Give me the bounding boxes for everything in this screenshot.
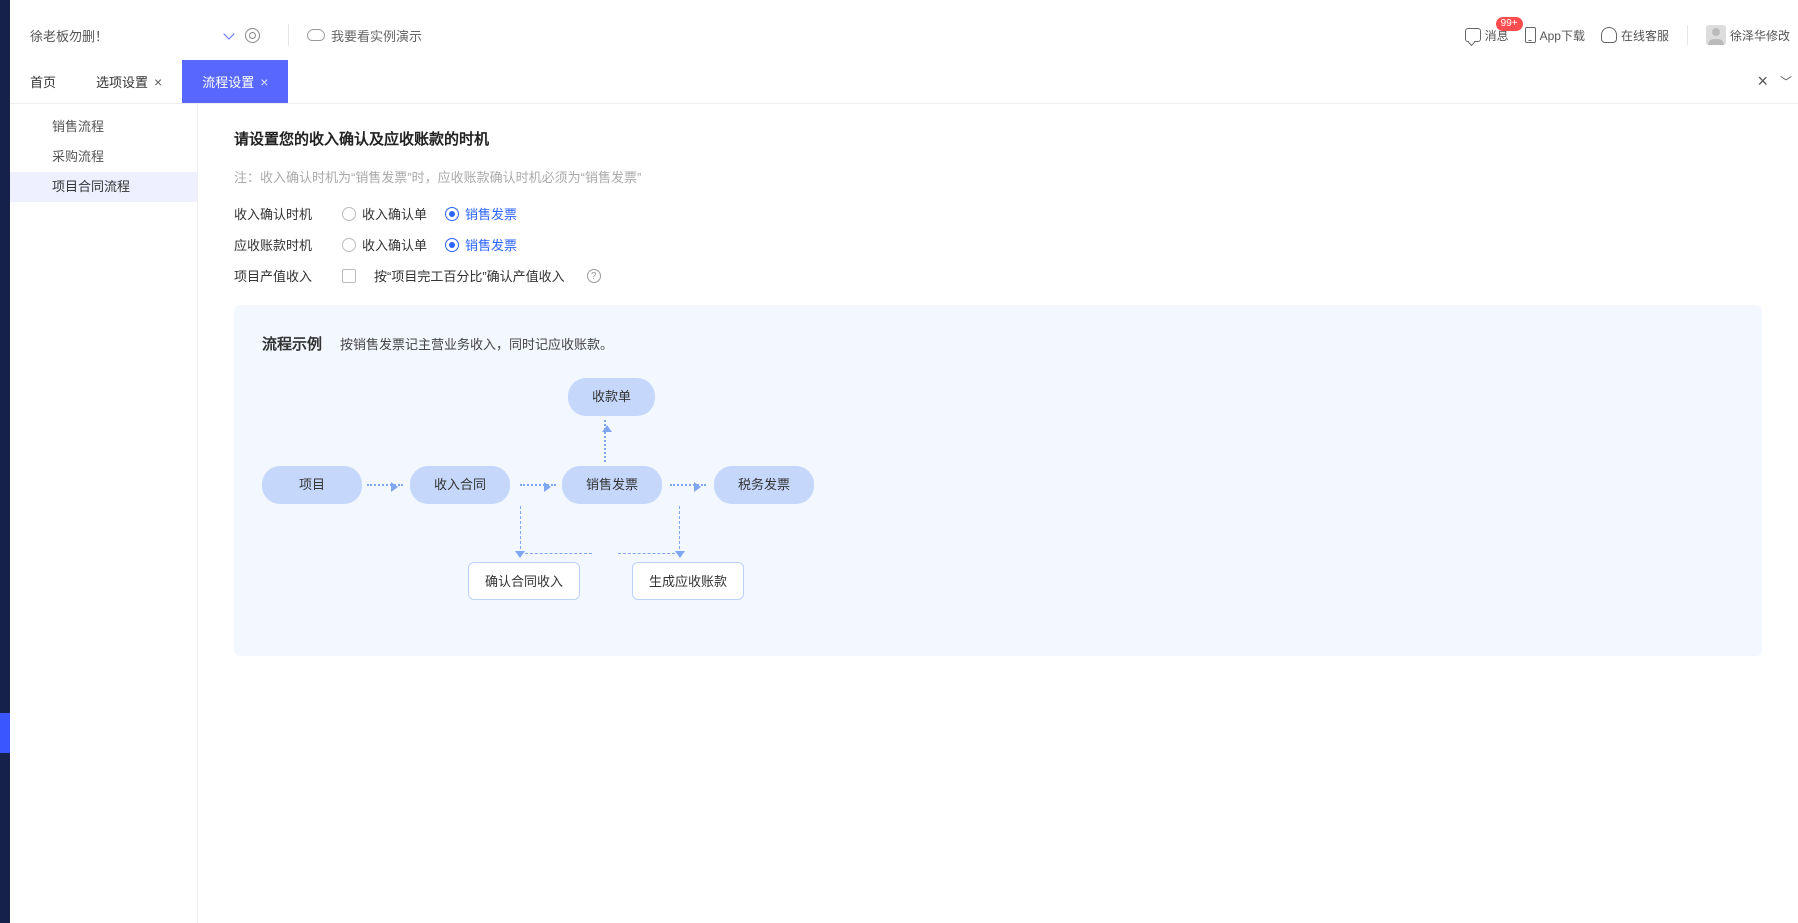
sidemenu-project[interactable]: 项目合同流程 xyxy=(10,172,197,202)
cloud-icon xyxy=(307,29,325,41)
node-receipt: 收款单 xyxy=(568,378,655,416)
dash-path xyxy=(618,506,680,554)
topbar: 徐老板勿删！ 我要看实例演示 消息 99+ App下载 在线客服 徐泽华修改 xyxy=(10,15,1798,55)
note: 注：收入确认时机为“销售发票”时，应收账款确认时机必须为“销售发票” xyxy=(234,167,1762,186)
app-download-button[interactable]: App下载 xyxy=(1525,27,1585,44)
org-selector[interactable]: 徐老板勿删！ xyxy=(20,26,270,45)
arrow-icon xyxy=(670,484,706,486)
node-sales-invoice: 销售发票 xyxy=(562,466,662,504)
page-title: 请设置您的收入确认及应收账款的时机 xyxy=(234,128,1762,149)
row-income-timing: 收入确认时机 收入确认单 销售发票 xyxy=(234,204,1762,223)
arrow-icon xyxy=(367,484,403,486)
tab-process[interactable]: 流程设置 × xyxy=(182,60,288,103)
example-panel: 流程示例 按销售发票记主营业务收入，同时记应收账款。 收款单 项目 收入合同 销… xyxy=(234,305,1762,656)
radio-label: 销售发票 xyxy=(465,204,517,223)
user-menu[interactable]: 徐泽华修改 xyxy=(1706,25,1790,45)
sidemenu-sales[interactable]: 销售流程 xyxy=(10,112,197,142)
tabbar-right: × ﹀ xyxy=(1749,60,1792,103)
main: 销售流程 采购流程 项目合同流程 请设置您的收入确认及应收账款的时机 注：收入确… xyxy=(10,104,1798,923)
radio-label: 收入确认单 xyxy=(362,204,427,223)
org-name: 徐老板勿删！ xyxy=(30,26,108,45)
tab-label: 首页 xyxy=(30,72,56,91)
close-all-tabs[interactable]: × xyxy=(1749,71,1776,92)
row-label: 收入确认时机 xyxy=(234,204,324,223)
demo-link-text: 我要看实例演示 xyxy=(331,26,422,45)
tab-home[interactable]: 首页 xyxy=(10,60,76,103)
arrow-down-icon xyxy=(675,551,685,563)
example-desc: 按销售发票记主营业务收入，同时记应收账款。 xyxy=(340,334,613,353)
row-label: 项目产值收入 xyxy=(234,266,324,285)
arrow-up-icon xyxy=(604,420,606,462)
dash-path xyxy=(520,506,592,554)
radio-income-confirm[interactable]: 收入确认单 xyxy=(342,204,427,223)
example-title: 流程示例 xyxy=(262,333,322,354)
node-confirm-income: 确认合同收入 xyxy=(468,562,580,600)
topbar-right: 消息 99+ App下载 在线客服 徐泽华修改 xyxy=(1465,15,1790,55)
tabbar: 首页 选项设置 × 流程设置 × × ﹀ xyxy=(10,60,1798,104)
node-gen-ar: 生成应收账款 xyxy=(632,562,744,600)
flow-diagram: 收款单 项目 收入合同 销售发票 税务发票 确认合同收入 生成应收账款 xyxy=(262,378,902,608)
demo-link[interactable]: 我要看实例演示 xyxy=(307,26,422,45)
messages-button[interactable]: 消息 99+ xyxy=(1465,27,1509,44)
content: 请设置您的收入确认及应收账款的时机 注：收入确认时机为“销售发票”时，应收账款确… xyxy=(198,104,1798,923)
sidemenu-purchase[interactable]: 采购流程 xyxy=(10,142,197,172)
checkbox-percent-complete[interactable] xyxy=(342,269,356,283)
node-income-contract: 收入合同 xyxy=(410,466,510,504)
messages-badge: 99+ xyxy=(1496,17,1523,31)
tab-label: 选项设置 xyxy=(96,72,148,91)
row-project-output: 项目产值收入 按“项目完工百分比”确认产值收入 ? xyxy=(234,266,1762,285)
online-service-button[interactable]: 在线客服 xyxy=(1601,27,1669,44)
separator xyxy=(288,24,289,46)
tab-options[interactable]: 选项设置 × xyxy=(76,60,182,103)
radio-income-invoice[interactable]: 销售发票 xyxy=(445,204,517,223)
online-service-label: 在线客服 xyxy=(1621,27,1669,44)
app-download-label: App下载 xyxy=(1540,27,1585,44)
phone-icon xyxy=(1525,27,1536,43)
arrow-icon xyxy=(520,484,556,486)
checkbox-label: 按“项目完工百分比”确认产值收入 xyxy=(374,266,565,285)
close-icon[interactable]: × xyxy=(154,74,162,90)
separator xyxy=(1687,25,1688,45)
avatar xyxy=(1706,25,1726,45)
gear-icon[interactable] xyxy=(245,28,260,43)
help-icon[interactable]: ? xyxy=(587,269,601,283)
sidemenu: 销售流程 采购流程 项目合同流程 xyxy=(10,104,198,923)
radio-ar-invoice[interactable]: 销售发票 xyxy=(445,235,517,254)
close-icon[interactable]: × xyxy=(260,74,268,90)
arrow-down-icon xyxy=(515,551,525,563)
tabs-menu-chevron[interactable]: ﹀ xyxy=(1780,73,1792,90)
node-tax-invoice: 税务发票 xyxy=(714,466,814,504)
message-icon xyxy=(1465,28,1481,42)
radio-label: 收入确认单 xyxy=(362,235,427,254)
chevron-down-icon xyxy=(223,28,234,39)
username: 徐泽华修改 xyxy=(1730,27,1790,44)
row-label: 应收账款时机 xyxy=(234,235,324,254)
node-project: 项目 xyxy=(262,466,362,504)
headset-icon xyxy=(1601,27,1617,43)
row-ar-timing: 应收账款时机 收入确认单 销售发票 xyxy=(234,235,1762,254)
tab-label: 流程设置 xyxy=(202,72,254,91)
radio-ar-confirm[interactable]: 收入确认单 xyxy=(342,235,427,254)
radio-label: 销售发票 xyxy=(465,235,517,254)
